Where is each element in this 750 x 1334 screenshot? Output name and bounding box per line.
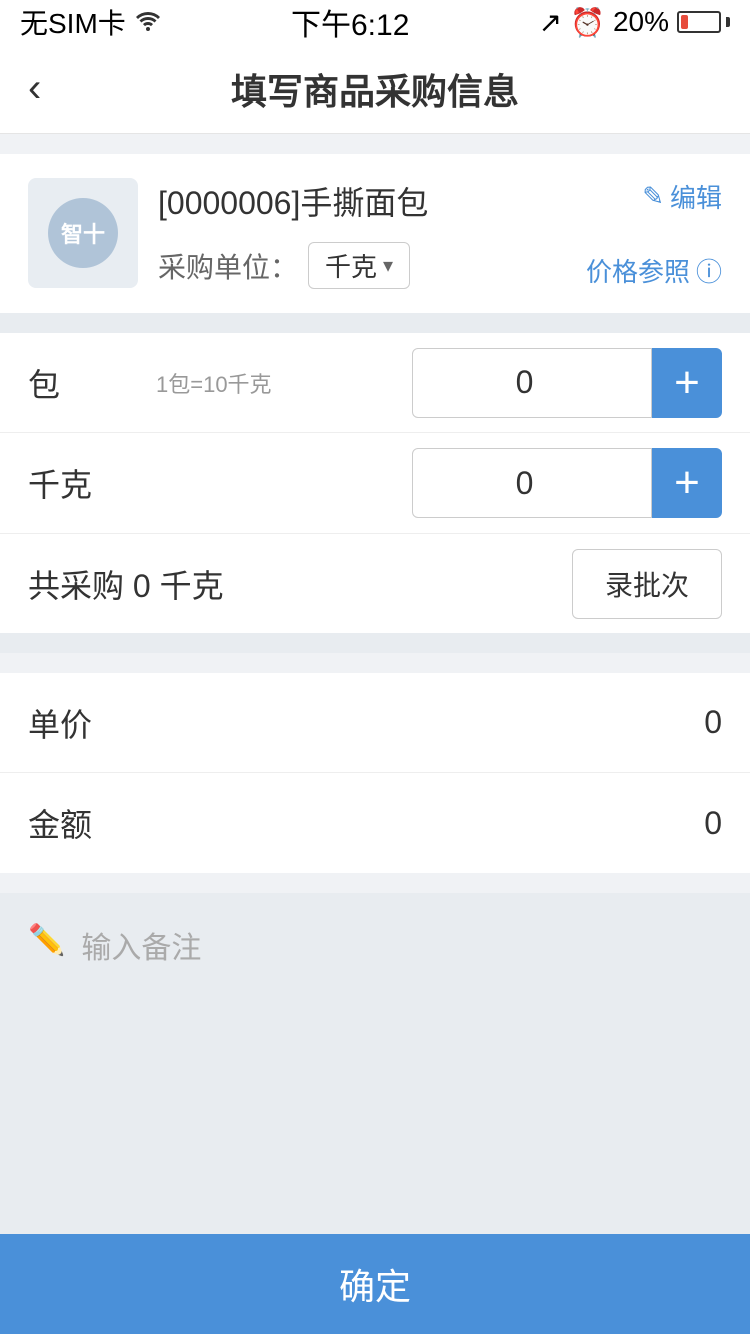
confirm-button[interactable]: 确定: [0, 1234, 750, 1334]
status-right: ↗ ⏰ 20%: [539, 6, 730, 39]
edit-icon: ✎: [642, 181, 664, 212]
batch-button[interactable]: 录批次: [572, 549, 722, 619]
battery-icon: [677, 11, 730, 33]
package-label: 包: [28, 360, 148, 406]
wifi-icon: [134, 6, 162, 38]
product-card: 智十 [0000006]手撕面包 采购单位： 千克 ▾ ✎ 编辑 价格参照 ⓘ: [0, 154, 750, 313]
carrier-text: 无SIM卡: [20, 2, 126, 42]
package-row: 包 1包=10千克 +: [0, 333, 750, 433]
back-button[interactable]: ‹: [28, 66, 41, 111]
unit-value: 千克: [325, 247, 377, 284]
price-row: 单价 0: [0, 673, 750, 773]
divider-2: [0, 633, 750, 653]
package-plus-button[interactable]: +: [652, 348, 722, 418]
kilogram-label: 千克: [28, 460, 148, 506]
input-section: 包 1包=10千克 + 千克 +: [0, 333, 750, 533]
price-ref-icon: ⓘ: [696, 252, 722, 289]
kilogram-input[interactable]: [412, 448, 652, 518]
remark-placeholder: 输入备注: [81, 923, 201, 967]
kilogram-plus-button[interactable]: +: [652, 448, 722, 518]
detail-section: 单价 0 金额 0: [0, 673, 750, 873]
package-input[interactable]: [412, 348, 652, 418]
status-left: 无SIM卡: [20, 2, 162, 42]
edit-button[interactable]: ✎ 编辑: [642, 178, 722, 215]
total-section: 共采购 0 千克 录批次: [0, 533, 750, 633]
total-text: 共采购 0 千克: [28, 561, 224, 607]
price-value: 0: [704, 704, 722, 741]
unit-label: 采购单位：: [158, 246, 298, 286]
amount-row: 金额 0: [0, 773, 750, 873]
nav-bar: ‹ 填写商品采购信息: [0, 44, 750, 134]
page-title: 填写商品采购信息: [231, 63, 519, 115]
package-sublabel: 1包=10千克: [156, 367, 412, 399]
price-label: 单价: [28, 700, 92, 746]
product-thumbnail: 智十: [28, 178, 138, 288]
status-time: 下午6:12: [291, 0, 409, 44]
product-logo: 智十: [48, 198, 118, 268]
unit-dropdown-arrow: ▾: [383, 253, 393, 278]
status-bar: 无SIM卡 下午6:12 ↗ ⏰ 20%: [0, 0, 750, 44]
alarm-icon: ⏰: [570, 6, 605, 39]
amount-label: 金额: [28, 800, 92, 846]
price-ref-label: 价格参照: [586, 252, 690, 289]
kilogram-input-group: +: [412, 448, 722, 518]
pencil-icon: ✏️: [28, 923, 65, 958]
edit-label: 编辑: [670, 178, 722, 215]
divider-1: [0, 313, 750, 333]
remark-section[interactable]: ✏️ 输入备注: [0, 893, 750, 1253]
product-name: [0000006]手撕面包: [158, 178, 722, 224]
location-icon: ↗: [539, 6, 562, 39]
package-input-group: +: [412, 348, 722, 418]
battery-percent: 20%: [613, 6, 669, 38]
amount-value: 0: [704, 805, 722, 842]
unit-select[interactable]: 千克 ▾: [308, 242, 410, 289]
kilogram-row: 千克 +: [0, 433, 750, 533]
price-reference-button[interactable]: 价格参照 ⓘ: [586, 252, 722, 289]
